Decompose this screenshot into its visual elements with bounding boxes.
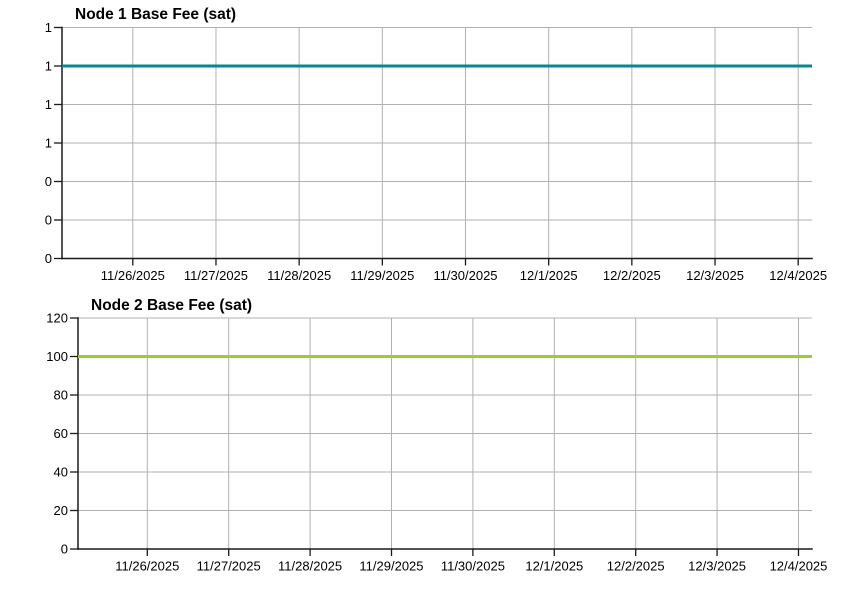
y-tick-label: 1: [45, 20, 52, 35]
y-tick-label: 100: [46, 349, 68, 364]
x-tick-label: 11/30/2025: [433, 268, 497, 283]
x-tick-label: 12/2/2025: [603, 268, 661, 283]
x-tick-label: 11/27/2025: [184, 268, 248, 283]
y-tick-label: 40: [54, 465, 68, 480]
y-tick-label: 0: [45, 174, 52, 189]
x-tick-label: 11/26/2025: [101, 268, 165, 283]
x-tick-label: 12/3/2025: [686, 268, 744, 283]
y-tick-label: 120: [46, 311, 68, 326]
x-tick-label: 12/1/2025: [525, 559, 583, 574]
x-tick-label: 11/28/2025: [278, 559, 342, 574]
chart-node2-plot: 120 100 80 60 40 20 0 11/26/2025 11/27/2025 11/28…: [46, 311, 827, 574]
charts-canvas: 111100011/26/2025 11/27/2025 11/28/2025 11/…: [45, 20, 828, 574]
x-tick-label: 11/27/2025: [197, 559, 261, 574]
x-tick-label: 11/26/2025: [115, 559, 179, 574]
y-tick-label: 60: [54, 426, 68, 441]
y-tick-label: 1: [45, 136, 52, 151]
x-tick-label: 12/1/2025: [520, 268, 578, 283]
base-fee-charts-panel: Node 1 Base Fee (sat) Node 2 Base Fee (s…: [0, 0, 860, 600]
x-tick-label: 11/30/2025: [441, 559, 505, 574]
y-tick-label: 80: [54, 388, 68, 403]
x-tick-label: 11/29/2025: [359, 559, 423, 574]
x-tick-label: 12/4/2025: [770, 559, 828, 574]
x-tick-label: 11/29/2025: [350, 268, 414, 283]
y-tick-label: 0: [61, 542, 68, 557]
x-tick-label: 11/28/2025: [267, 268, 331, 283]
y-tick-label: 0: [45, 251, 52, 266]
y-tick-label: 0: [45, 213, 52, 228]
x-tick-label: 12/3/2025: [688, 559, 746, 574]
y-tick-label: 20: [54, 503, 68, 518]
y-tick-label: 1: [45, 59, 52, 74]
chart-node1-plot: 1 1 1 1 0 0 0 11/26/2025 11/27/2025 11/28/2025 11/…: [45, 20, 827, 283]
y-tick-label: 1: [45, 97, 52, 112]
x-tick-label: 12/4/2025: [769, 268, 827, 283]
x-tick-label: 12/2/2025: [607, 559, 665, 574]
